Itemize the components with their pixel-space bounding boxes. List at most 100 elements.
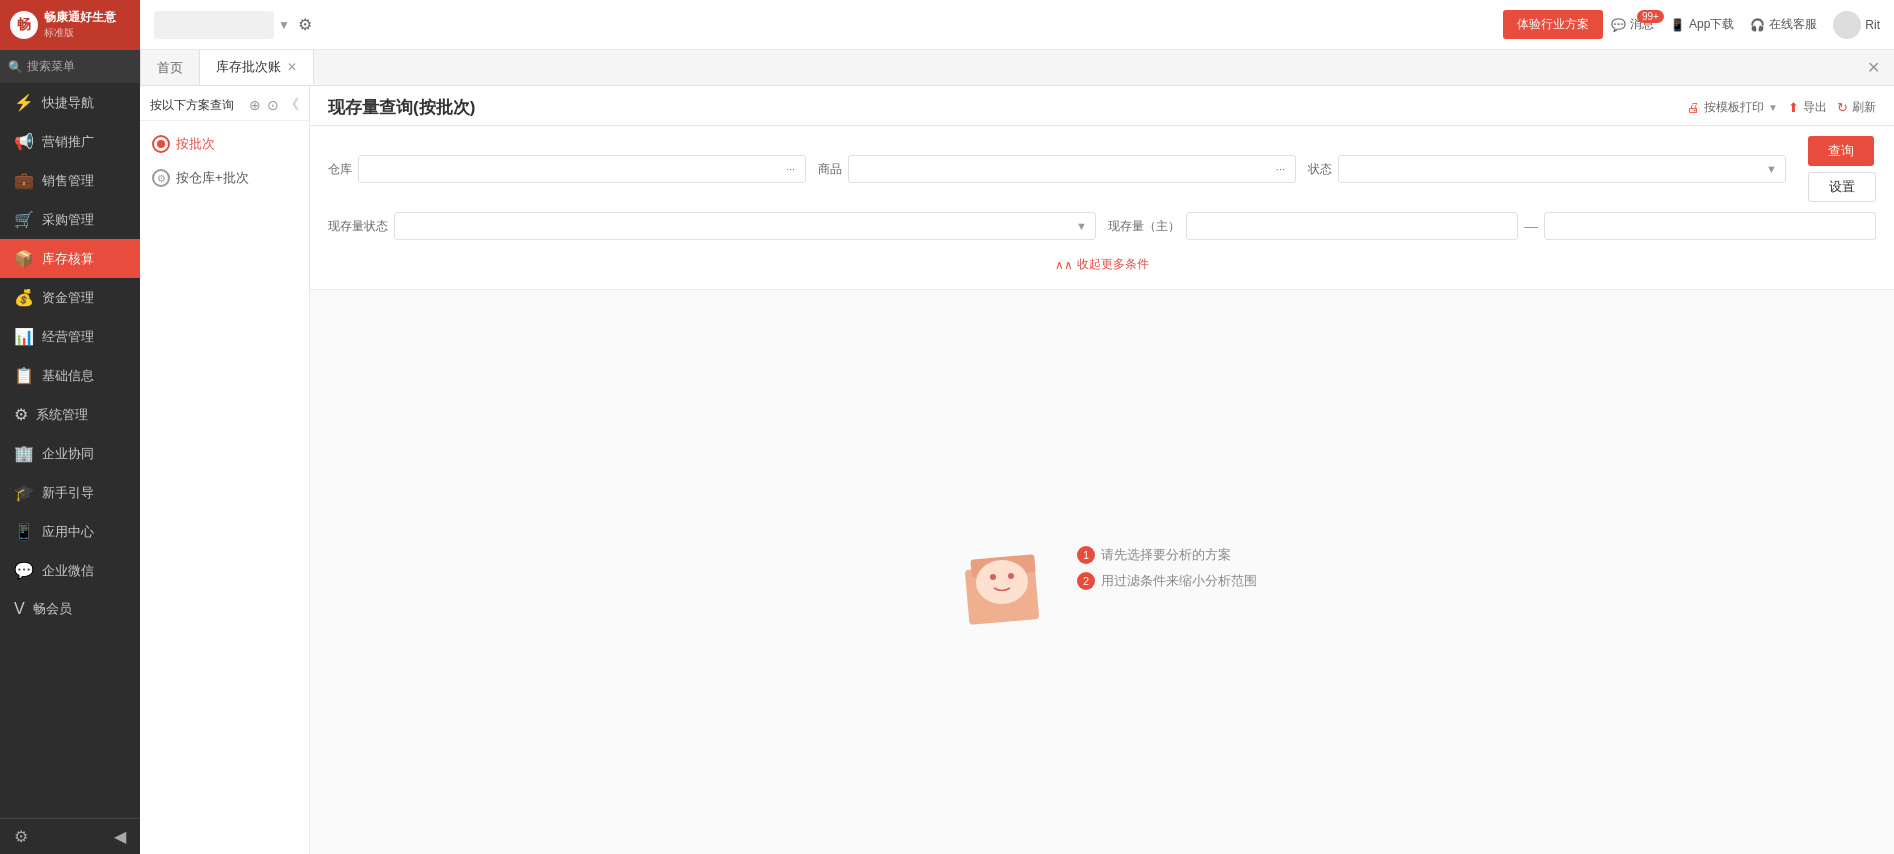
warehouse-input[interactable]: ··· [358, 155, 806, 183]
sidebar-item-inventory[interactable]: 📦 库存核算 [0, 239, 140, 278]
topbar-search-area: ▼ ⚙ [154, 11, 1495, 39]
page-heading: 现存量查询(按批次) 🖨 按模板打印 ▼ ⬆ 导出 ↻ 刷新 [310, 86, 1894, 126]
status-input[interactable]: ▼ [1338, 155, 1786, 183]
sidebar-item-purchase[interactable]: 🛒 采购管理 [0, 200, 140, 239]
sidebar-item-appstore[interactable]: 📱 应用中心 [0, 512, 140, 551]
newbie-icon: 🎓 [14, 483, 34, 502]
tab-home-label: 首页 [157, 59, 183, 77]
query-button[interactable]: 查询 [1808, 136, 1874, 166]
collapse-sidebar-icon[interactable]: ◀ [114, 827, 126, 846]
sidebar-item-label: 企业微信 [42, 562, 94, 580]
sidebar-header: 畅 畅康通好生意 标准版 [0, 0, 140, 50]
sidebar-item-label: 企业协同 [42, 445, 94, 463]
hint-label-2: 用过滤条件来缩小分析范围 [1101, 572, 1257, 590]
sidebar-item-label: 营销推广 [42, 133, 94, 151]
svg-point-3 [990, 574, 996, 580]
product-input[interactable]: ··· [848, 155, 1296, 183]
sidebar-item-marketing[interactable]: 📢 营销推广 [0, 122, 140, 161]
sidebar-item-newbie[interactable]: 🎓 新手引导 [0, 473, 140, 512]
sidebar-item-wechat[interactable]: 💬 企业微信 [0, 551, 140, 590]
inventory-qty-from-input[interactable] [1186, 212, 1518, 240]
sidebar-item-sales[interactable]: 💼 销售管理 [0, 161, 140, 200]
print-action[interactable]: 🖨 按模板打印 ▼ [1687, 99, 1778, 116]
inventory-icon: 📦 [14, 249, 34, 268]
online-service-label: 在线客服 [1769, 16, 1817, 33]
tab-batch-ledger-label: 库存批次账 [216, 58, 281, 76]
topbar-search-box[interactable] [154, 11, 274, 39]
add-scheme-icon[interactable]: ⊕ [249, 97, 261, 113]
scheme-item-by-batch[interactable]: 按批次 [140, 127, 309, 161]
tab-batch-ledger[interactable]: 库存批次账 ✕ [200, 50, 314, 85]
scheme-item-by-warehouse-batch[interactable]: ⚙ 按仓库+批次 [140, 161, 309, 195]
user-avatar [1833, 11, 1861, 39]
empty-state: 1 请先选择要分析的方案 2 用过滤条件来缩小分析范围 [310, 290, 1894, 854]
app-download-button[interactable]: 📱 App下载 [1670, 16, 1734, 33]
export-action[interactable]: ⬆ 导出 [1788, 99, 1827, 116]
print-dropdown-icon[interactable]: ▼ [1768, 102, 1778, 113]
topbar-gear-icon[interactable]: ⚙ [298, 15, 312, 34]
sidebar-item-system[interactable]: ⚙ 系统管理 [0, 395, 140, 434]
settings-button[interactable]: 设置 [1808, 172, 1876, 202]
inventory-status-label: 现存量状态 [328, 218, 388, 235]
search-icon: 🔍 [8, 60, 23, 74]
sidebar-item-label: 采购管理 [42, 211, 94, 229]
settings-footer-icon[interactable]: ⚙ [14, 827, 28, 846]
collapse-label: 收起更多条件 [1077, 256, 1149, 273]
sidebar-item-label: 销售管理 [42, 172, 94, 190]
scheme-label: 按仓库+批次 [176, 169, 249, 187]
tabs-bar: 首页 库存批次账 ✕ ✕ [140, 50, 1894, 86]
quick-nav-icon: ⚡ [14, 93, 34, 112]
page-title: 现存量查询(按批次) [328, 96, 475, 119]
online-service-button[interactable]: 🎧 在线客服 [1750, 16, 1817, 33]
main-area: ▼ ⚙ 体验行业方案 💬 消息 99+ 📱 App下载 🎧 在线客服 Rit [140, 0, 1894, 854]
chevron-up-icon: ∧∧ [1055, 258, 1073, 272]
messages-badge: 99+ [1637, 10, 1664, 23]
topbar-chevron-icon[interactable]: ▼ [278, 18, 290, 32]
collapse-more-btn[interactable]: ∧∧ 收起更多条件 [328, 250, 1876, 279]
inventory-qty-to-input[interactable] [1544, 212, 1876, 240]
enterprise-icon: 🏢 [14, 444, 34, 463]
download-icon: 📱 [1670, 18, 1685, 32]
scheme-settings-icon[interactable]: ⊙ [267, 97, 279, 113]
trial-button[interactable]: 体验行业方案 [1503, 10, 1603, 39]
status-dropdown-icon[interactable]: ▼ [1766, 163, 1777, 175]
sidebar-item-label: 新手引导 [42, 484, 94, 502]
finance-icon: 💰 [14, 288, 34, 307]
app-subtitle: 标准版 [44, 26, 116, 40]
system-icon: ⚙ [14, 405, 28, 424]
sidebar-item-basic[interactable]: 📋 基础信息 [0, 356, 140, 395]
app-title: 畅康通好生意 [44, 10, 116, 26]
sidebar-item-quick-nav[interactable]: ⚡ 快捷导航 [0, 83, 140, 122]
empty-text: 1 请先选择要分析的方案 2 用过滤条件来缩小分析范围 [1077, 546, 1257, 598]
purchase-icon: 🛒 [14, 210, 34, 229]
sidebar-item-finance[interactable]: 💰 资金管理 [0, 278, 140, 317]
warehouse-more-btn[interactable]: ··· [784, 163, 797, 175]
tab-batch-ledger-close[interactable]: ✕ [287, 61, 297, 73]
wechat-icon: 💬 [14, 561, 34, 580]
sidebar-item-vip[interactable]: V 畅会员 [0, 590, 140, 628]
service-icon: 🎧 [1750, 18, 1765, 32]
filter-actions: 查询 设置 [1808, 136, 1876, 202]
empty-illustration [947, 522, 1047, 622]
tab-home[interactable]: 首页 [140, 50, 200, 85]
sidebar-item-operations[interactable]: 📊 经营管理 [0, 317, 140, 356]
sidebar-item-enterprise[interactable]: 🏢 企业协同 [0, 434, 140, 473]
inventory-status-dropdown-icon[interactable]: ▼ [1076, 220, 1087, 232]
topbar-right: 💬 消息 99+ 📱 App下载 🎧 在线客服 Rit [1611, 11, 1880, 39]
tab-panel-close-btn[interactable]: ✕ [1853, 58, 1894, 77]
user-name: Rit [1865, 18, 1880, 32]
user-avatar-area[interactable]: Rit [1833, 11, 1880, 39]
sidebar-nav: ⚡ 快捷导航 📢 营销推广 💼 销售管理 🛒 采购管理 📦 库存核算 💰 资金管… [0, 83, 140, 818]
topbar: ▼ ⚙ 体验行业方案 💬 消息 99+ 📱 App下载 🎧 在线客服 Rit [140, 0, 1894, 50]
sidebar-item-label: 应用中心 [42, 523, 94, 541]
sidebar-search[interactable]: 🔍 搜索菜单 [0, 50, 140, 83]
warehouse-filter-group: 仓库 ··· [328, 155, 806, 183]
collapse-panel-icon[interactable]: 《 [285, 96, 299, 114]
product-more-btn[interactable]: ··· [1274, 163, 1287, 175]
inventory-status-input[interactable]: ▼ [394, 212, 1096, 240]
svg-point-4 [1008, 573, 1014, 579]
hint-label-1: 请先选择要分析的方案 [1101, 546, 1231, 564]
hint-number-1: 1 [1077, 546, 1095, 564]
refresh-action[interactable]: ↻ 刷新 [1837, 99, 1876, 116]
messages-button[interactable]: 💬 消息 99+ [1611, 16, 1654, 33]
